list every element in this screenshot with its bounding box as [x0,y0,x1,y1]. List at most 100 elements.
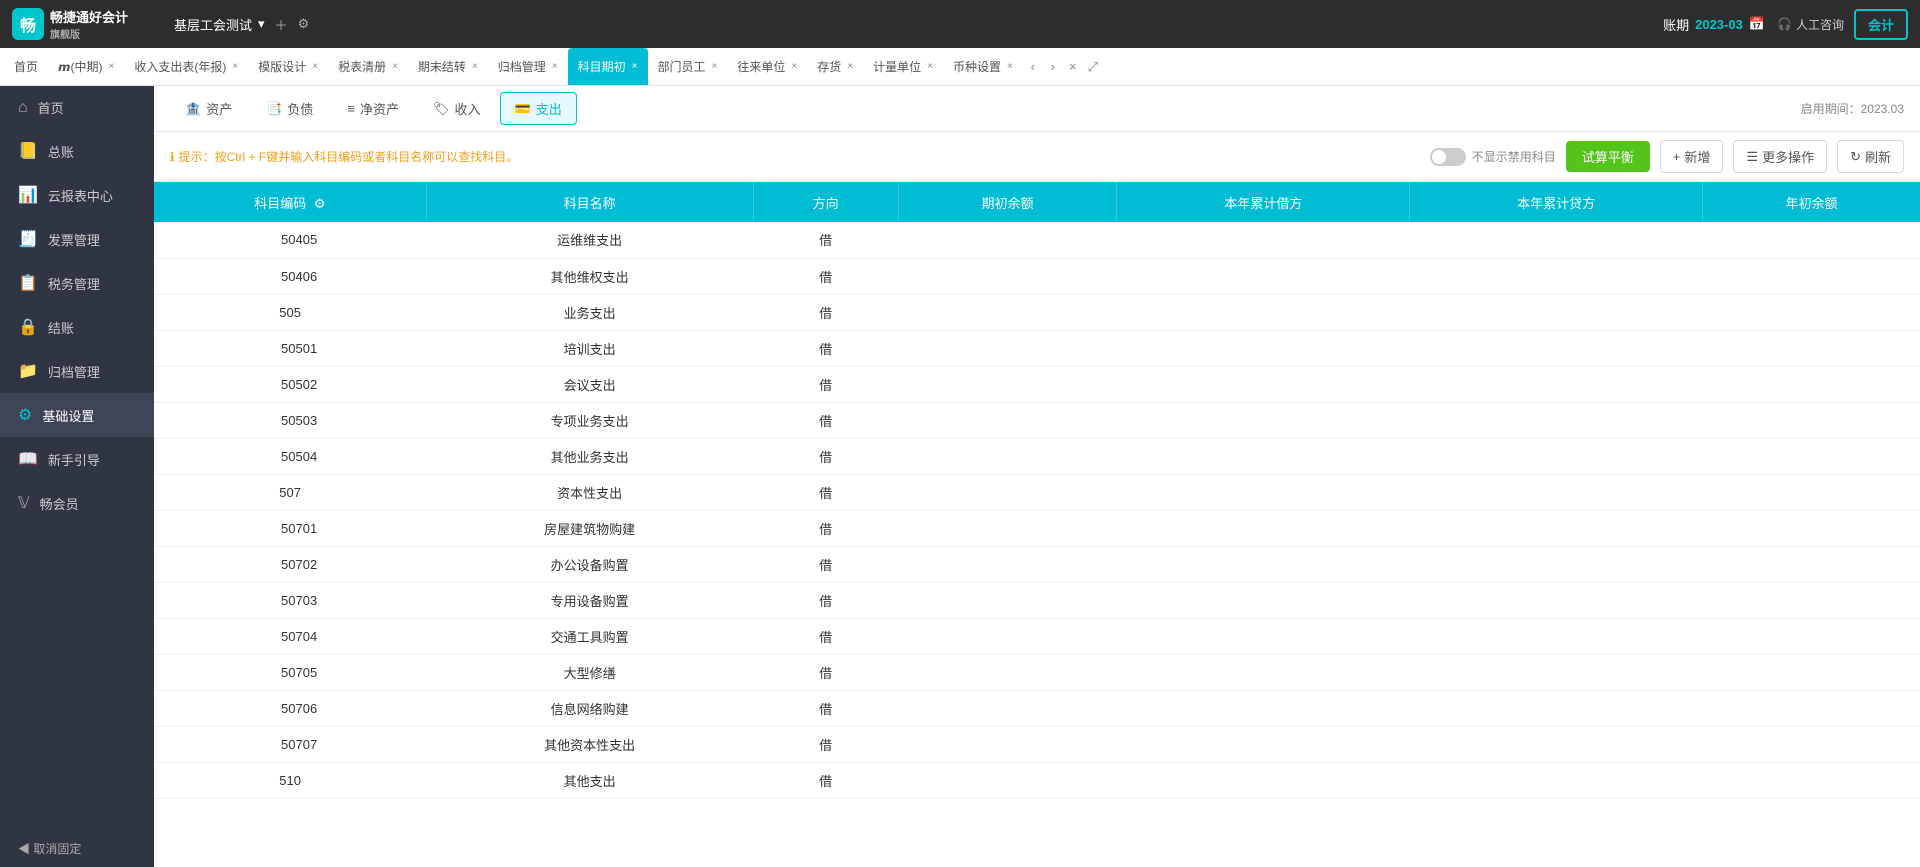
tab-customer[interactable]: 往来单位 × [727,48,807,86]
tab-template-close[interactable]: × [312,61,318,72]
table-row[interactable]: 50503 专项业务支出 借 [154,402,1920,438]
table-row[interactable]: 50502 会议支出 借 [154,366,1920,402]
tab-currency-close[interactable]: × [1007,61,1013,72]
tab-expand[interactable]: ⤢ [1083,48,1103,86]
sidebar-item-reports[interactable]: 📊 云报表中心 [0,173,154,217]
tab-inventory[interactable]: 存货 × [807,48,863,86]
tab-unit[interactable]: 计量单位 × [863,48,943,86]
cell-direction: 借 [753,582,898,618]
table-row[interactable]: 50406 其他维权支出 借 [154,258,1920,294]
tab-period-close[interactable]: × [109,61,115,72]
sub-tab-expense[interactable]: 💳 支出 [500,92,577,125]
tab-nav-prev[interactable]: ‹ [1023,48,1043,86]
table-row[interactable]: 50706 信息网络购建 借 [154,690,1920,726]
sidebar-item-guide[interactable]: 📖 新手引导 [0,437,154,481]
tab-archive[interactable]: 归档管理 × [488,48,568,86]
table-row[interactable]: 50501 培训支出 借 [154,330,1920,366]
table-row[interactable]: 50701 房屋建筑物购建 借 [154,510,1920,546]
home-icon: ⌂ [18,99,28,117]
sidebar-item-invoice[interactable]: 🧾 发票管理 [0,217,154,261]
tab-period[interactable]: 𝙢(中期) × [48,48,124,86]
more-button[interactable]: ☰ 更多操作 [1733,140,1827,173]
cell-year-opening [1703,582,1920,618]
cell-year-opening [1703,474,1920,510]
table-row[interactable]: 50704 交通工具购置 借 [154,618,1920,654]
account-button[interactable]: 会计 [1854,9,1908,40]
calendar-icon[interactable]: 📅 [1749,16,1765,32]
sub-tab-equity[interactable]: ≡ 净资产 [332,92,414,125]
settings-icon[interactable]: ⚙ [298,16,310,32]
cell-debit [1117,222,1410,258]
sidebar-item-settings[interactable]: ⚙ 基础设置 [0,393,154,437]
consult-button[interactable]: 🎧 人工咨询 [1777,16,1844,33]
plus-icon: + [1673,149,1681,164]
tab-close-all[interactable]: × [1063,48,1083,86]
tab-tax-close[interactable]: × [392,61,398,72]
sidebar-collapse[interactable]: ◀ 取消固定 [0,830,154,867]
tab-inventory-close[interactable]: × [847,61,853,72]
cell-direction: 借 [753,294,898,330]
sub-tab-liability[interactable]: 📑 负债 [251,92,328,125]
cell-direction: 借 [753,366,898,402]
tab-tax[interactable]: 税表清册 × [328,48,408,86]
col-code-gear[interactable]: ⚙ [314,196,326,211]
tab-dept[interactable]: 部门员工 × [648,48,728,86]
table-row[interactable]: 50702 办公设备购置 借 [154,546,1920,582]
sidebar-label-settings: 基础设置 [42,406,94,425]
tab-annual-close[interactable]: × [232,61,238,72]
cell-year-opening [1703,726,1920,762]
sub-tab-asset[interactable]: 🏦 资产 [170,92,247,125]
tab-customer-close[interactable]: × [791,61,797,72]
table-row[interactable]: 50504 其他业务支出 借 [154,438,1920,474]
table-row[interactable]: 50707 其他资本性支出 借 [154,726,1920,762]
sidebar-item-home[interactable]: ⌂ 首页 [0,86,154,129]
sidebar-item-close[interactable]: 🔒 结账 [0,305,154,349]
liability-icon: 📑 [266,101,282,117]
table-row[interactable]: 505 业务支出 借 [154,294,1920,330]
sidebar-label-archive: 归档管理 [48,362,100,381]
sidebar-label-reports: 云报表中心 [48,186,113,205]
table-row[interactable]: 50405 运维维支出 借 [154,222,1920,258]
tab-inventory-label: 存货 [817,58,841,75]
sub-tab-income[interactable]: 🏷 收入 [418,92,496,125]
tab-subject-close[interactable]: × [632,61,638,72]
tab-currency[interactable]: 币种设置 × [943,48,1023,86]
cell-code: 50702 [154,546,426,582]
col-debit: 本年累计借方 [1117,182,1410,222]
cell-opening [898,690,1117,726]
tab-nav-next[interactable]: › [1043,48,1063,86]
tab-dept-close[interactable]: × [712,61,718,72]
tab-subject[interactable]: 科目期初 × [568,48,648,86]
table-container: 科目编码 ⚙ 科目名称 方向 期初余额 本年累计借方 本年累计贷方 年初余额 5… [154,182,1920,867]
sidebar-item-member[interactable]: 𝕍 畅会员 [0,481,154,525]
tab-period-end-close[interactable]: × [472,61,478,72]
tab-unit-close[interactable]: × [927,61,933,72]
disabled-toggle[interactable] [1430,148,1466,166]
sidebar-item-ledger[interactable]: 📒 总账 [0,129,154,173]
table-row[interactable]: 510 其他支出 借 [154,762,1920,798]
tab-home[interactable]: 首页 [4,48,48,86]
cell-credit [1410,438,1703,474]
sidebar-item-tax[interactable]: 📋 税务管理 [0,261,154,305]
cell-code: 507 [154,474,426,510]
tab-annual[interactable]: 收入支出表(年报) × [124,48,248,86]
sidebar-item-archive[interactable]: 📁 归档管理 [0,349,154,393]
cell-direction: 借 [753,726,898,762]
cell-credit [1410,618,1703,654]
archive-icon: 📁 [18,361,38,381]
tab-template[interactable]: 模版设计 × [248,48,328,86]
refresh-button[interactable]: ↻ 刷新 [1837,140,1904,173]
tab-period-end[interactable]: 期末结转 × [408,48,488,86]
dropdown-icon: ▾ [258,16,265,32]
add-icon[interactable]: ＋ [275,15,288,34]
tab-archive-close[interactable]: × [552,61,558,72]
table-row[interactable]: 50703 专用设备购置 借 [154,582,1920,618]
table-row[interactable]: 50705 大型修缮 借 [154,654,1920,690]
company-selector[interactable]: 基层工会测试 ▾ ＋ ⚙ [174,15,1651,34]
balance-button[interactable]: 试算平衡 [1566,141,1650,172]
sub-tab-bar: 🏦 资产 📑 负债 ≡ 净资产 🏷 收入 💳 支出 启用期间：2023.03 [154,86,1920,132]
new-button[interactable]: + 新增 [1660,140,1724,173]
col-credit: 本年累计贷方 [1410,182,1703,222]
table-row[interactable]: 507 资本性支出 借 [154,474,1920,510]
tab-annual-label: 收入支出表(年报) [134,58,226,75]
